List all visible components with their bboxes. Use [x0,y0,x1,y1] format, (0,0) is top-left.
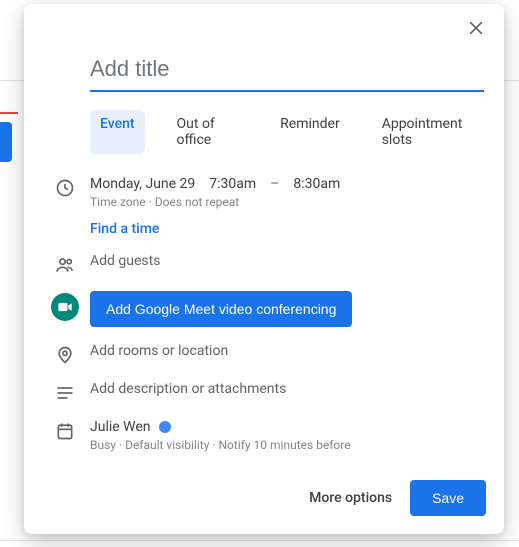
calendar-owner-name[interactable]: Julie Wen [90,419,151,435]
add-description-field[interactable]: Add description or attachments [90,381,286,397]
event-type-tabs: Event Out of office Reminder Appointment… [24,92,504,168]
description-icon [40,381,90,403]
event-date[interactable]: Monday, June 29 [90,176,195,192]
event-create-dialog: Event Out of office Reminder Appointment… [24,4,504,534]
clock-icon [40,176,90,198]
notification-label[interactable]: Notify 10 minutes before [209,438,350,452]
event-end-time[interactable]: 8:30am [293,176,340,192]
tab-out-of-office[interactable]: Out of office [167,110,249,154]
meet-icon [51,293,79,321]
calendar-icon [40,419,90,441]
location-icon [40,343,90,365]
time-dash: – [270,176,279,192]
add-google-meet-button[interactable]: Add Google Meet video conferencing [90,291,352,327]
add-location-field[interactable]: Add rooms or location [90,343,228,359]
save-button[interactable]: Save [410,480,486,516]
event-start-time[interactable]: 7:30am [209,176,256,192]
tab-event[interactable]: Event [90,110,145,154]
timezone-link[interactable]: Time zone [90,195,146,209]
calendar-color-dot [159,421,171,433]
more-options-button[interactable]: More options [309,490,392,506]
add-guests-field[interactable]: Add guests [90,253,160,269]
title-input[interactable] [90,50,484,92]
availability-label[interactable]: Busy [90,438,116,452]
tab-appointment-slots[interactable]: Appointment slots [372,110,484,154]
guests-icon [40,253,90,275]
find-a-time-link[interactable]: Find a time [90,221,484,237]
tab-reminder[interactable]: Reminder [270,110,350,154]
visibility-label[interactable]: Default visibility [116,438,209,452]
close-icon[interactable] [462,14,490,42]
repeat-link[interactable]: Does not repeat [146,195,240,209]
